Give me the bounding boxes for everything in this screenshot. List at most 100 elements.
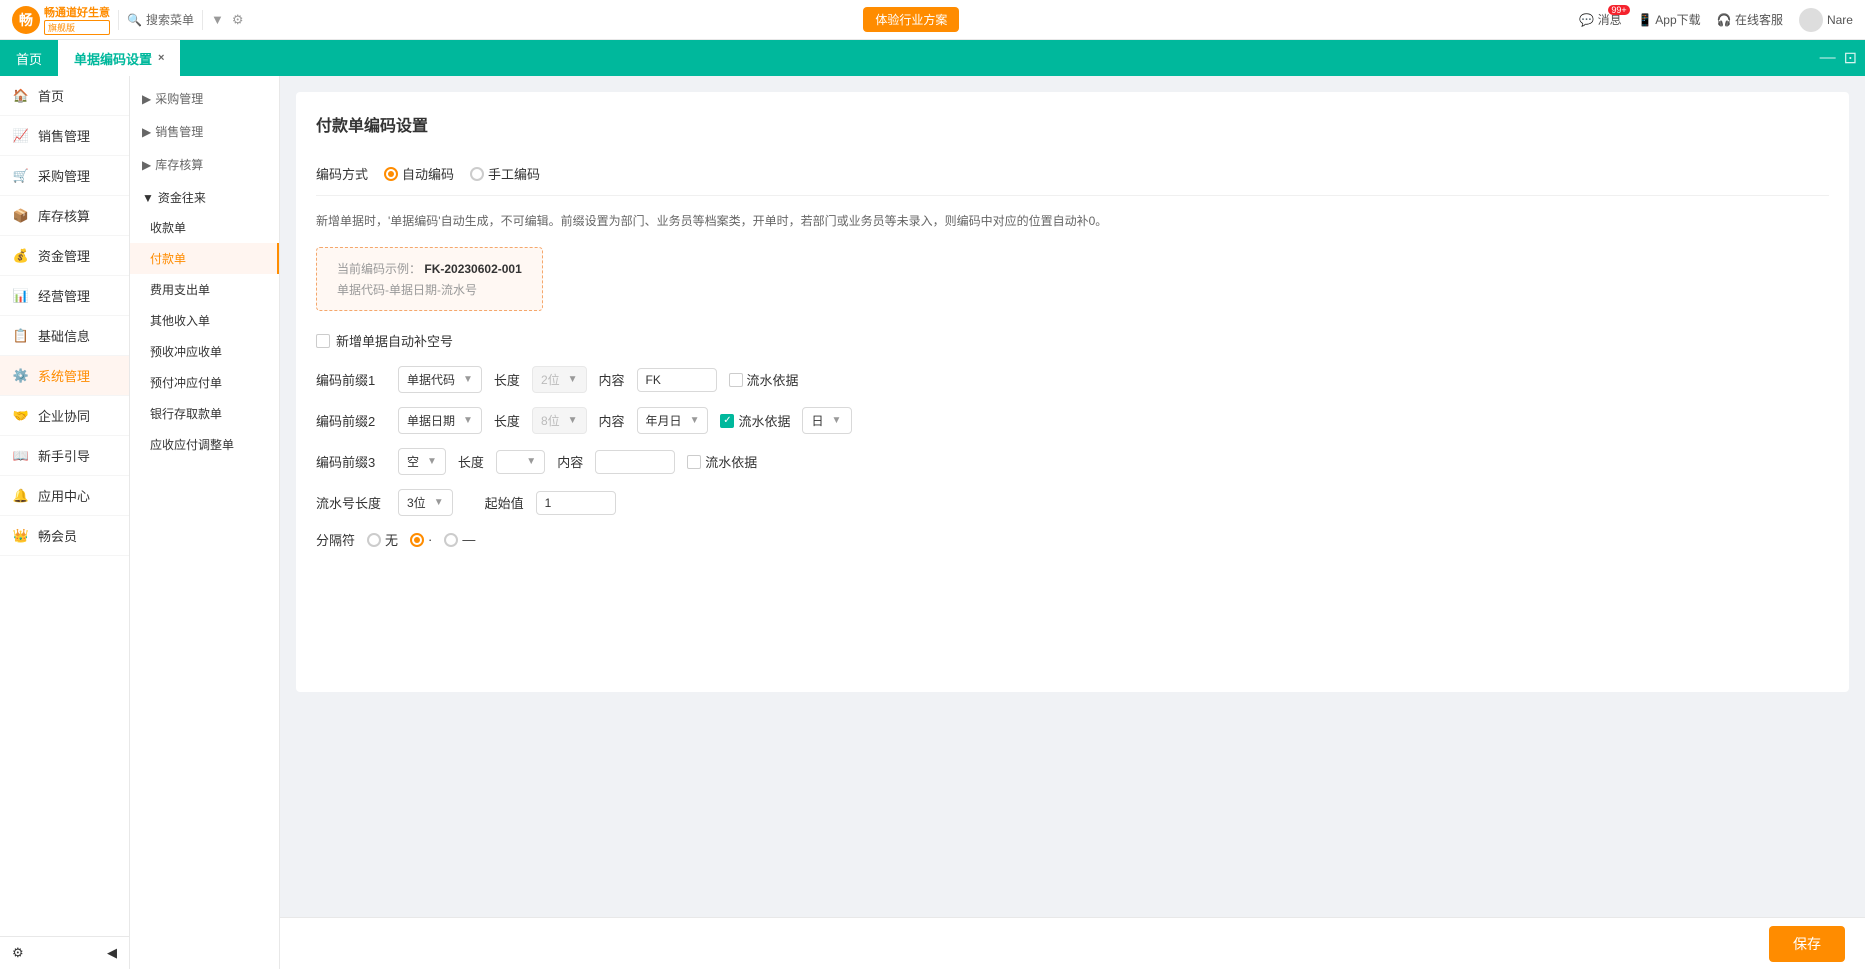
serial-length-label: 流水号长度	[316, 493, 386, 512]
content3-input[interactable]	[595, 450, 675, 474]
minimize-button[interactable]: —	[1820, 49, 1836, 67]
start-value-input[interactable]	[536, 491, 616, 515]
prefix3-label: 编码前缀3	[316, 452, 386, 471]
serial-length-select[interactable]: 3位 ▼	[398, 489, 453, 516]
stream3-checkbox[interactable]	[687, 455, 701, 469]
sub-group-purchase: ▶ 采购管理	[130, 84, 279, 113]
prefix2-row: 编码前缀2 单据日期 ▼ 长度 8位 ▼ 内容 年月日 ▼	[316, 407, 1829, 434]
sub-sidebar: ▶ 采购管理 ▶ 销售管理 ▶ 库存核算 ▼ 资金往来 收款单 付款单 费用支出…	[130, 76, 280, 969]
chevron-icon3: ▼	[463, 415, 473, 426]
day-select[interactable]: 日 ▼	[802, 407, 852, 434]
sidebar-item-basic[interactable]: 📋 基础信息	[0, 316, 129, 356]
chevron-icon7: ▼	[427, 456, 437, 467]
sidebar-item-sales[interactable]: 📈 销售管理	[0, 116, 129, 156]
app-download-button[interactable]: 📱 App下载	[1638, 11, 1701, 28]
chevron-icon2: ▼	[568, 374, 578, 385]
separator-row: 分隔符 无 · —	[316, 530, 1829, 549]
logo-text: 畅通道好生意 旗舰版	[44, 4, 110, 35]
chevron-icon1: ▼	[463, 374, 473, 385]
sidebar-item-home[interactable]: 🏠 首页	[0, 76, 129, 116]
sub-group-inventory: ▶ 库存核算	[130, 150, 279, 179]
sub-group-funds-title[interactable]: ▼ 资金往来	[130, 183, 279, 212]
sidebar-item-guide[interactable]: 📖 新手引导	[0, 436, 129, 476]
navtabs: 首页 单据编码设置 × — ⊡	[0, 40, 1865, 76]
sub-group-purchase-title[interactable]: ▶ 采购管理	[130, 84, 279, 113]
prefix1-label: 编码前缀1	[316, 370, 386, 389]
headset-icon: 🎧	[1717, 13, 1732, 27]
sep-none-radio[interactable]: 无	[367, 530, 398, 549]
sidebar-collapse-icon[interactable]: ◀	[107, 945, 117, 961]
topbar: 畅 畅通道好生意 旗舰版 🔍 搜索菜单 ▼ ⚙ 体验行业方案 💬 消息 99+ …	[0, 0, 1865, 40]
sep-dash-radio[interactable]: —	[444, 532, 475, 547]
content-card: 付款单编码设置 编码方式 自动编码 手工编码	[296, 92, 1849, 692]
topbar-right: 💬 消息 99+ 📱 App下载 🎧 在线客服 Nare	[1579, 8, 1853, 32]
code-example-title: 当前编码示例： FK-20230602-001	[337, 260, 522, 277]
sub-group-sales-title[interactable]: ▶ 销售管理	[130, 117, 279, 146]
sidebar-settings-icon[interactable]: ⚙	[12, 945, 24, 961]
content2-select[interactable]: 年月日 ▼	[637, 407, 709, 434]
manual-encoding-radio[interactable]: 手工编码	[470, 164, 540, 183]
chevron-down-icon[interactable]: ▼	[211, 12, 224, 27]
tab-home[interactable]: 首页	[0, 40, 58, 76]
sub-item-payment[interactable]: 付款单	[130, 243, 279, 274]
page-title: 付款单编码设置	[316, 112, 1829, 136]
stream1-checkbox[interactable]	[729, 373, 743, 387]
sidebar-item-apps[interactable]: 🔔 应用中心	[0, 476, 129, 516]
search-menu[interactable]: 🔍 搜索菜单	[127, 11, 194, 28]
prefix1-select[interactable]: 单据代码 ▼	[398, 366, 482, 393]
settings-icon[interactable]: ⚙	[232, 12, 244, 28]
sub-item-advance-payment[interactable]: 预付冲应付单	[130, 367, 279, 398]
sub-item-other-income[interactable]: 其他收入单	[130, 305, 279, 336]
prefix3-select[interactable]: 空 ▼	[398, 448, 446, 475]
sub-item-bank[interactable]: 银行存取款单	[130, 398, 279, 429]
stream2-checkbox[interactable]	[720, 414, 734, 428]
auto-fill-checkbox[interactable]	[316, 334, 330, 348]
save-button[interactable]: 保存	[1769, 926, 1845, 962]
sub-group-inventory-title[interactable]: ▶ 库存核算	[130, 150, 279, 179]
online-service-button[interactable]: 🎧 在线客服	[1717, 11, 1783, 28]
maximize-button[interactable]: ⊡	[1844, 48, 1857, 68]
sub-item-adjust[interactable]: 应收应付调整单	[130, 429, 279, 460]
sidebar-item-collab[interactable]: 🤝 企业协同	[0, 396, 129, 436]
encoding-method-label: 编码方式	[316, 164, 368, 183]
prefix2-select[interactable]: 单据日期 ▼	[398, 407, 482, 434]
logo-icon: 畅	[12, 6, 40, 34]
length3-select[interactable]: ▼	[496, 450, 545, 474]
manual-radio-circle	[470, 167, 484, 181]
sep-dot-radio[interactable]: ·	[410, 532, 432, 547]
code-example-sub: 单据代码-单据日期-流水号	[337, 281, 522, 298]
content1-input[interactable]	[637, 368, 717, 392]
member-icon: 👑	[12, 527, 30, 545]
trial-button[interactable]: 体验行业方案	[863, 7, 959, 32]
sidebar-item-system[interactable]: ⚙️ 系统管理	[0, 356, 129, 396]
auto-encoding-radio[interactable]: 自动编码	[384, 164, 454, 183]
auto-fill-row: 新增单据自动补空号	[316, 331, 1829, 350]
prefix1-row: 编码前缀1 单据代码 ▼ 长度 2位 ▼ 内容 流水依据	[316, 366, 1829, 393]
sidebar-item-inventory[interactable]: 📦 库存核算	[0, 196, 129, 236]
topbar-left: 畅 畅通道好生意 旗舰版 🔍 搜索菜单 ▼ ⚙	[12, 4, 244, 35]
user-avatar[interactable]: Nare	[1799, 8, 1853, 32]
sub-item-advance-receipt[interactable]: 预收冲应收单	[130, 336, 279, 367]
start-value-label: 起始值	[485, 493, 524, 512]
tab-encoding[interactable]: 单据编码设置 ×	[58, 40, 180, 76]
tab-close-icon[interactable]: ×	[158, 52, 164, 64]
length2-select[interactable]: 8位 ▼	[532, 407, 587, 434]
purchase-icon: 🛒	[12, 167, 30, 185]
logo: 畅 畅通道好生意 旗舰版	[12, 4, 110, 35]
inventory-icon: 📦	[12, 207, 30, 225]
sub-item-receipt[interactable]: 收款单	[130, 212, 279, 243]
chevron-icon8: ▼	[526, 456, 536, 467]
sidebar-item-member[interactable]: 👑 畅会员	[0, 516, 129, 556]
sidebar-item-purchase[interactable]: 🛒 采购管理	[0, 156, 129, 196]
chevron-down-icon2: ▼	[142, 191, 154, 205]
message-button[interactable]: 💬 消息 99+	[1579, 11, 1621, 28]
serial-row: 流水号长度 3位 ▼ 起始值	[316, 489, 1829, 516]
sidebar-item-management[interactable]: 📊 经营管理	[0, 276, 129, 316]
sub-item-expense[interactable]: 费用支出单	[130, 274, 279, 305]
trial-button-wrapper: 体验行业方案	[863, 7, 959, 32]
length1-select[interactable]: 2位 ▼	[532, 366, 587, 393]
content-area: 付款单编码设置 编码方式 自动编码 手工编码	[280, 76, 1865, 917]
auto-radio-circle	[384, 167, 398, 181]
basic-icon: 📋	[12, 327, 30, 345]
sidebar-item-finance[interactable]: 💰 资金管理	[0, 236, 129, 276]
